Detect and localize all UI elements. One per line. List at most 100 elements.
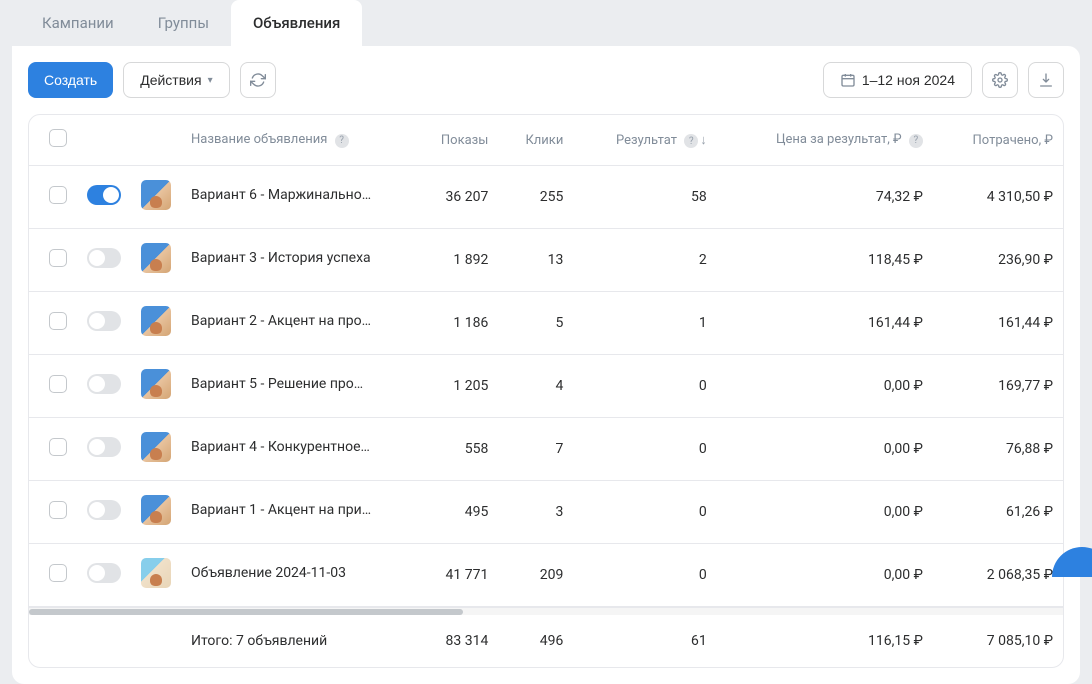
cell-cpr: 74,32 ₽ — [717, 166, 933, 229]
ad-name[interactable]: Вариант 5 - Решение про… — [191, 376, 363, 392]
row-checkbox[interactable] — [49, 438, 67, 456]
toolbar: Создать Действия ▾ 1–12 ноя 2024 — [28, 62, 1064, 98]
cell-spent: 169,77 ₽ — [933, 355, 1063, 418]
col-name-header[interactable]: Название объявления — [191, 132, 327, 147]
cell-result: 0 — [573, 544, 716, 607]
help-icon[interactable]: ? — [909, 134, 923, 148]
actions-dropdown[interactable]: Действия ▾ — [123, 62, 229, 98]
cell-impressions: 495 — [411, 481, 498, 544]
help-icon[interactable]: ? — [684, 134, 698, 148]
table-row: Вариант 5 - Решение про… 1 205400,00 ₽169… — [29, 355, 1063, 418]
cell-clicks: 209 — [498, 544, 573, 607]
cell-spent: 4 310,50 ₽ — [933, 166, 1063, 229]
totals-cpr: 116,15 ₽ — [717, 615, 933, 667]
ad-name[interactable]: Вариант 3 - История успеха — [191, 250, 371, 266]
download-icon — [1038, 72, 1054, 88]
totals-result: 61 — [573, 615, 716, 667]
tab-ads[interactable]: Объявления — [231, 0, 362, 46]
cell-impressions: 1 186 — [411, 292, 498, 355]
ad-thumbnail[interactable] — [141, 558, 171, 588]
ad-name[interactable]: Вариант 2 - Акцент на про… — [191, 313, 371, 329]
col-result-header[interactable]: Результат — [616, 133, 677, 148]
row-checkbox[interactable] — [49, 312, 67, 330]
cell-spent: 76,88 ₽ — [933, 418, 1063, 481]
tab-groups[interactable]: Группы — [136, 0, 231, 46]
row-checkbox[interactable] — [49, 186, 67, 204]
col-spent-header[interactable]: Потрачено, ₽ — [933, 115, 1063, 166]
ads-table-container: Название объявления ? Показы Клики Резул… — [28, 114, 1064, 668]
calendar-icon — [840, 72, 856, 88]
cell-spent: 2 068,35 ₽ — [933, 544, 1063, 607]
ad-thumbnail[interactable] — [141, 369, 171, 399]
ad-thumbnail[interactable] — [141, 495, 171, 525]
row-checkbox[interactable] — [49, 501, 67, 519]
cell-result: 2 — [573, 229, 716, 292]
cell-clicks: 13 — [498, 229, 573, 292]
enable-toggle[interactable] — [87, 185, 121, 205]
cell-clicks: 7 — [498, 418, 573, 481]
col-cpr-header[interactable]: Цена за результат, ₽ — [776, 132, 902, 147]
ad-thumbnail[interactable] — [141, 432, 171, 462]
cell-result: 0 — [573, 481, 716, 544]
cell-clicks: 4 — [498, 355, 573, 418]
cell-clicks: 3 — [498, 481, 573, 544]
cell-result: 0 — [573, 418, 716, 481]
enable-toggle[interactable] — [87, 374, 121, 394]
create-button[interactable]: Создать — [28, 62, 113, 98]
date-range-label: 1–12 ноя 2024 — [862, 72, 955, 88]
ad-thumbnail[interactable] — [141, 243, 171, 273]
cell-cpr: 0,00 ₽ — [717, 544, 933, 607]
table-row: Вариант 4 - Конкурентное…558700,00 ₽76,8… — [29, 418, 1063, 481]
scrollbar-thumb[interactable] — [29, 609, 463, 615]
table-row: Вариант 3 - История успеха 1 892132118,45… — [29, 229, 1063, 292]
chevron-down-icon: ▾ — [208, 75, 213, 86]
enable-toggle[interactable] — [87, 500, 121, 520]
cell-cpr: 118,45 ₽ — [717, 229, 933, 292]
cell-cpr: 0,00 ₽ — [717, 418, 933, 481]
enable-toggle[interactable] — [87, 248, 121, 268]
cell-result: 0 — [573, 355, 716, 418]
help-icon[interactable]: ? — [335, 134, 349, 148]
cell-impressions: 1 205 — [411, 355, 498, 418]
cell-impressions: 41 771 — [411, 544, 498, 607]
cell-cpr: 0,00 ₽ — [717, 355, 933, 418]
ad-thumbnail[interactable] — [141, 180, 171, 210]
refresh-button[interactable] — [240, 62, 276, 98]
enable-toggle[interactable] — [87, 311, 121, 331]
tabs-bar: Кампании Группы Объявления — [0, 0, 1092, 46]
select-all-checkbox[interactable] — [49, 129, 67, 147]
cell-result: 1 — [573, 292, 716, 355]
table-row: Объявление 2024-11-03 41 77120900,00 ₽2 0… — [29, 544, 1063, 607]
ad-name[interactable]: Вариант 6 - Маржинально… — [191, 187, 371, 203]
row-checkbox[interactable] — [49, 249, 67, 267]
cell-spent: 61,26 ₽ — [933, 481, 1063, 544]
sort-down-icon[interactable]: ↓ — [700, 133, 707, 148]
totals-row: Итого: 7 объявлений 83 314 496 61 116,15… — [29, 615, 1063, 667]
cell-impressions: 1 892 — [411, 229, 498, 292]
cell-cpr: 0,00 ₽ — [717, 481, 933, 544]
ads-table: Название объявления ? Показы Клики Резул… — [29, 115, 1063, 667]
cell-cpr: 161,44 ₽ — [717, 292, 933, 355]
ad-thumbnail[interactable] — [141, 306, 171, 336]
cell-clicks: 5 — [498, 292, 573, 355]
row-checkbox[interactable] — [49, 375, 67, 393]
ad-name[interactable]: Вариант 4 - Конкурентное… — [191, 439, 370, 455]
download-button[interactable] — [1028, 62, 1064, 98]
table-row: Вариант 6 - Маржинально…36 2072555874,32… — [29, 166, 1063, 229]
totals-label: Итого: 7 объявлений — [181, 615, 411, 667]
refresh-icon — [250, 72, 266, 88]
ad-name[interactable]: Объявление 2024-11-03 — [191, 565, 346, 581]
date-range-picker[interactable]: 1–12 ноя 2024 — [823, 62, 972, 98]
horizontal-scrollbar[interactable] — [29, 607, 1063, 615]
row-checkbox[interactable] — [49, 564, 67, 582]
enable-toggle[interactable] — [87, 563, 121, 583]
ad-name[interactable]: Вариант 1 - Акцент на при… — [191, 502, 371, 518]
col-clicks-header[interactable]: Клики — [498, 115, 573, 166]
col-impressions-header[interactable]: Показы — [411, 115, 498, 166]
settings-button[interactable] — [982, 62, 1018, 98]
cell-result: 58 — [573, 166, 716, 229]
tab-campaigns[interactable]: Кампании — [20, 0, 136, 46]
cell-clicks: 255 — [498, 166, 573, 229]
enable-toggle[interactable] — [87, 437, 121, 457]
table-row: Вариант 2 - Акцент на про… 1 18651161,44 … — [29, 292, 1063, 355]
